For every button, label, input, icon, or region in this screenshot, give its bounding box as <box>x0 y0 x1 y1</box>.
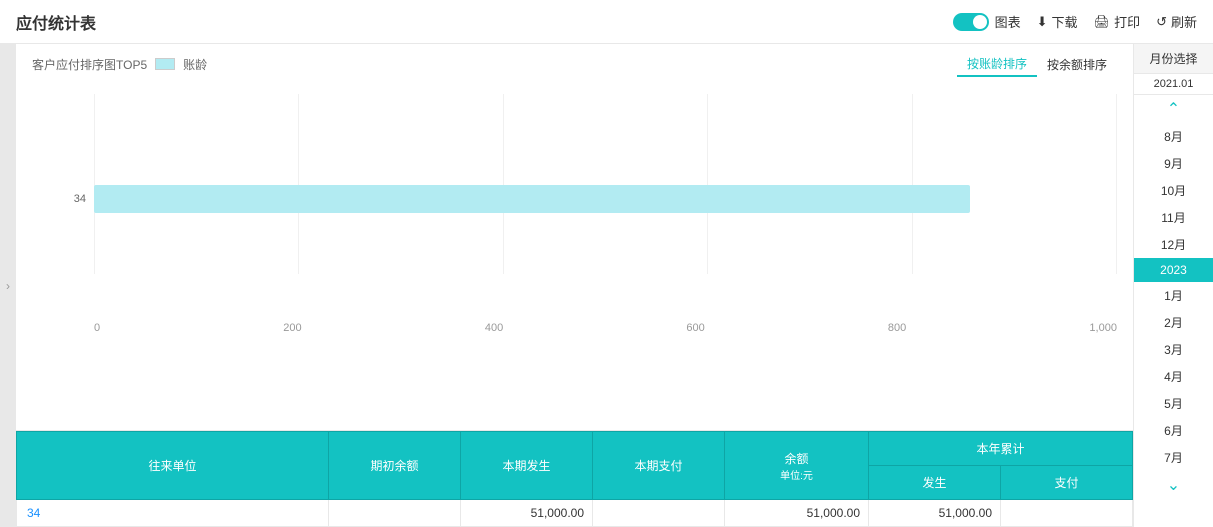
grid-line-0 <box>94 94 95 274</box>
chart-toggle-group: 图表 <box>953 12 1021 31</box>
table-section: 往来单位 期初余额 本期发生 本期支付 余额 单位:元 本年累计 发生 <box>16 430 1133 527</box>
legend-title: 客户应付排序图TOP5 <box>32 56 147 73</box>
bar-fill <box>94 185 970 213</box>
x-tick-2: 400 <box>485 322 503 334</box>
row-ytd-occ-cell: 51,000.00 <box>869 500 1001 527</box>
sort-by-balance-button[interactable]: 按余额排序 <box>1037 52 1117 77</box>
month-item-3[interactable]: 3月 <box>1134 336 1213 363</box>
month-item-9[interactable]: 9月 <box>1134 150 1213 177</box>
legend-text: 账龄 <box>183 56 207 73</box>
month-item-10[interactable]: 10月 <box>1134 177 1213 204</box>
col-balance-header: 余额 单位:元 <box>725 432 869 500</box>
grid-line-2 <box>503 94 504 274</box>
month-sidebar: 月份选择 2021.01 ⌃ 8月 9月 10月 11月 12月 2023 1月… <box>1133 44 1213 527</box>
month-item-4[interactable]: 4月 <box>1134 363 1213 390</box>
bar-row-label: 34 <box>56 193 86 205</box>
page-title: 应付统计表 <box>16 10 96 34</box>
col-current-occ-header: 本期发生 <box>461 432 593 500</box>
bar-row: 34 856天 <box>56 185 1117 213</box>
row-current-occ-cell: 51,000.00 <box>461 500 593 527</box>
balance-unit: 单位:元 <box>731 467 862 482</box>
grid-line-5 <box>1116 94 1117 274</box>
bar-container: 34 856天 <box>56 94 1117 304</box>
col-period-balance-header: 期初余额 <box>329 432 461 500</box>
month-item-5[interactable]: 5月 <box>1134 390 1213 417</box>
col-unit-header: 往来单位 <box>17 432 329 500</box>
print-button[interactable]: 🖨 打印 <box>1094 12 1141 31</box>
row-unit-cell[interactable]: 34 <box>17 500 329 527</box>
row-period-balance-cell <box>329 500 461 527</box>
grid-lines <box>94 94 1117 274</box>
month-item-8[interactable]: 8月 <box>1134 123 1213 150</box>
sidebar-toggle-arrow-icon: › <box>6 279 10 293</box>
refresh-button[interactable]: ↺ 刷新 <box>1156 12 1197 31</box>
page-header: 应付统计表 图表 ⬇ 下载 🖨 打印 ↺ 刷新 <box>0 0 1213 44</box>
sidebar-current-value: 2021.01 <box>1134 74 1213 95</box>
grid-line-3 <box>707 94 708 274</box>
print-icon: 🖨 <box>1094 14 1111 30</box>
chart-toggle[interactable] <box>953 13 989 31</box>
refresh-icon: ↺ <box>1156 14 1167 30</box>
row-ytd-pay-cell <box>1001 500 1133 527</box>
download-icon: ⬇ <box>1037 14 1048 30</box>
sidebar-nav: ⌃ 8月 9月 10月 11月 12月 2023 1月 2月 3月 4月 5月 … <box>1134 95 1213 527</box>
month-item-1[interactable]: 1月 <box>1134 282 1213 309</box>
month-item-12[interactable]: 12月 <box>1134 231 1213 258</box>
header-actions: 图表 ⬇ 下载 🖨 打印 ↺ 刷新 <box>953 12 1197 31</box>
col-current-pay-header: 本期支付 <box>593 432 725 500</box>
col-ytd-header: 本年累计 <box>869 432 1133 466</box>
col-ytd-occ-header: 发生 <box>869 466 1001 500</box>
chart-section: 客户应付排序图TOP5 账龄 按账龄排序 按余额排序 <box>16 44 1133 527</box>
col-ytd-pay-header: 支付 <box>1001 466 1133 500</box>
month-item-7[interactable]: 7月 <box>1134 444 1213 471</box>
grid-line-4 <box>912 94 913 274</box>
sort-buttons: 按账龄排序 按余额排序 <box>957 52 1117 77</box>
x-tick-5: 1,000 <box>1089 322 1117 334</box>
sidebar-toggle[interactable]: › <box>0 44 16 527</box>
x-tick-3: 600 <box>686 322 704 334</box>
year-marker[interactable]: 2023 <box>1134 258 1213 282</box>
table-row: 34 51,000.00 51,000.00 51,000.00 <box>17 500 1133 527</box>
chart-header: 客户应付排序图TOP5 账龄 按账龄排序 按余额排序 <box>16 44 1133 84</box>
month-item-6[interactable]: 6月 <box>1134 417 1213 444</box>
x-tick-1: 200 <box>283 322 301 334</box>
bar-chart: 34 856天 0 200 400 600 800 <box>56 94 1117 334</box>
month-up-button[interactable]: ⌃ <box>1134 95 1213 123</box>
month-item-2[interactable]: 2月 <box>1134 309 1213 336</box>
download-button[interactable]: ⬇ 下载 <box>1037 12 1078 31</box>
data-table: 往来单位 期初余额 本期发生 本期支付 余额 单位:元 本年累计 发生 <box>16 431 1133 527</box>
month-down-button[interactable]: ⌄ <box>1134 471 1213 499</box>
grid-line-1 <box>298 94 299 274</box>
chart-toggle-label: 图表 <box>995 12 1021 31</box>
month-item-11[interactable]: 11月 <box>1134 204 1213 231</box>
row-current-pay-cell <box>593 500 725 527</box>
sort-by-amount-button[interactable]: 按账龄排序 <box>957 52 1037 77</box>
legend-box <box>155 58 175 70</box>
main-content: › 客户应付排序图TOP5 账龄 按账龄排序 按余额排序 <box>0 44 1213 527</box>
chart-area: 34 856天 0 200 400 600 800 <box>16 84 1133 430</box>
x-tick-0: 0 <box>94 322 100 334</box>
bar-track: 856天 <box>94 185 1117 213</box>
sidebar-header: 月份选择 <box>1134 44 1213 74</box>
x-axis: 0 200 400 600 800 1,000 <box>94 322 1117 334</box>
row-balance-cell: 51,000.00 <box>725 500 869 527</box>
chart-legend: 客户应付排序图TOP5 账龄 <box>32 56 207 73</box>
x-tick-4: 800 <box>888 322 906 334</box>
